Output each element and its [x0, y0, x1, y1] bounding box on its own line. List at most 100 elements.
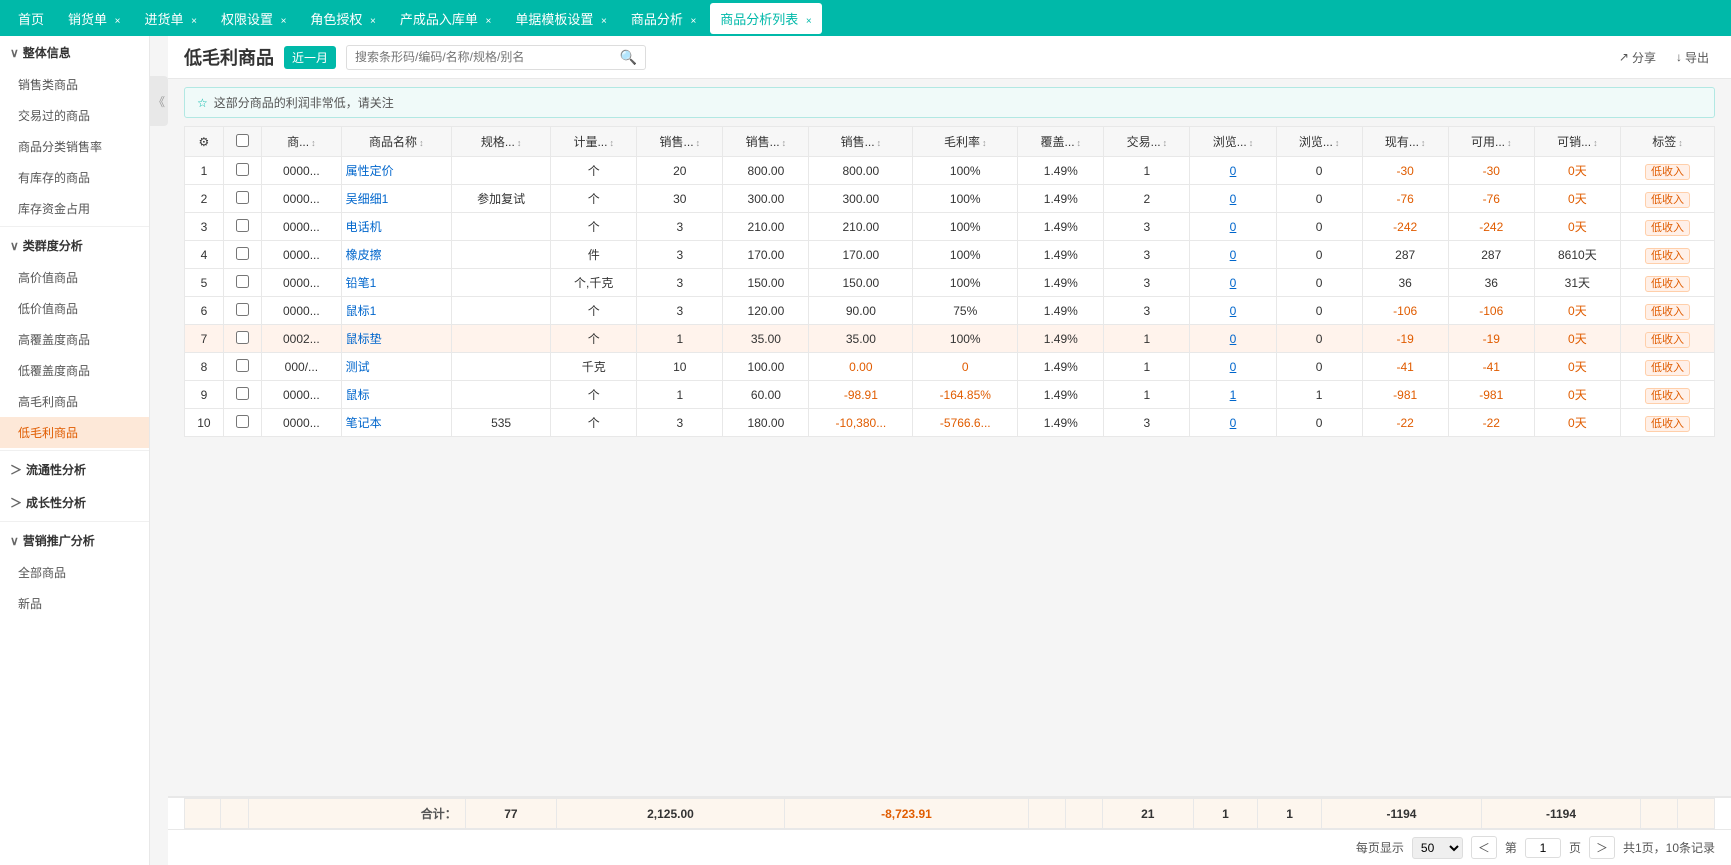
col-gross-margin-header[interactable]: 毛利率↕ [913, 127, 1018, 157]
nav-close-product-entry[interactable]: × [486, 16, 492, 27]
cell-name-1[interactable]: 吴细细1 [341, 185, 451, 213]
nav-sales-order[interactable]: 销货单 × [58, 3, 130, 34]
col-available-header[interactable]: 可用...↕ [1448, 127, 1534, 157]
prev-page-button[interactable]: ＜ [1471, 836, 1497, 859]
cell-view1-2[interactable]: 0 [1190, 213, 1276, 241]
cell-view1-9[interactable]: 0 [1190, 409, 1276, 437]
table-wrapper[interactable]: ⚙ 商...↕ 商品名称↕ 规格...↕ 计量...↕ 销售...↕ 销售...… [168, 126, 1731, 796]
row-checkbox-9[interactable] [236, 415, 249, 428]
row-checkbox-7[interactable] [236, 359, 249, 372]
search-input[interactable] [355, 50, 620, 64]
cell-name-5[interactable]: 鼠标1 [341, 297, 451, 325]
nav-close-purchase-order[interactable]: × [191, 16, 197, 27]
sidebar-item-category-sales-rate[interactable]: 商品分类销售率 [0, 131, 149, 162]
cell-name-2[interactable]: 电话机 [341, 213, 451, 241]
share-button[interactable]: ↗ 分享 [1613, 46, 1662, 69]
sidebar-group-growth[interactable]: ＞ 成长性分析 [0, 486, 149, 519]
nav-close-sales-order[interactable]: × [115, 16, 121, 27]
nav-product-analysis[interactable]: 商品分析 × [621, 3, 706, 34]
cell-view1-5[interactable]: 0 [1190, 297, 1276, 325]
nav-permission[interactable]: 权限设置 × [211, 3, 296, 34]
cell-name-3[interactable]: 橡皮擦 [341, 241, 451, 269]
col-sale-amount-header[interactable]: 销售...↕ [723, 127, 809, 157]
sidebar-item-high-margin[interactable]: 高毛利商品 [0, 386, 149, 417]
search-icon[interactable]: 🔍 [620, 49, 637, 66]
nav-product-analysis-list[interactable]: 商品分析列表 × [710, 3, 821, 34]
cell-name-8[interactable]: 鼠标 [341, 381, 451, 409]
row-checkbox-2[interactable] [236, 219, 249, 232]
cell-checkbox-1[interactable] [223, 185, 261, 213]
row-checkbox-3[interactable] [236, 247, 249, 260]
cell-name-7[interactable]: 测试 [341, 353, 451, 381]
sidebar-item-low-value[interactable]: 低价值商品 [0, 293, 149, 324]
row-checkbox-1[interactable] [236, 191, 249, 204]
sidebar-item-sales-products[interactable]: 销售类商品 [0, 69, 149, 100]
cell-view1-4[interactable]: 0 [1190, 269, 1276, 297]
sidebar-group-marketing[interactable]: ∨ 营销推广分析 [0, 524, 149, 557]
sidebar-item-low-margin[interactable]: 低毛利商品 [0, 417, 149, 448]
cell-view1-6[interactable]: 0 [1190, 325, 1276, 353]
col-name-header[interactable]: 商品名称↕ [341, 127, 451, 157]
col-transaction-header[interactable]: 交易...↕ [1104, 127, 1190, 157]
sidebar-item-high-value[interactable]: 高价值商品 [0, 262, 149, 293]
nav-close-template[interactable]: × [601, 16, 607, 27]
cell-view1-0[interactable]: 0 [1190, 157, 1276, 185]
col-spec-header[interactable]: 规格...↕ [452, 127, 551, 157]
col-view1-header[interactable]: 浏览...↕ [1190, 127, 1276, 157]
cell-checkbox-7[interactable] [223, 353, 261, 381]
sidebar-group-flow[interactable]: ＞ 流通性分析 [0, 453, 149, 486]
col-settings[interactable]: ⚙ [185, 127, 224, 157]
nav-close-product-analysis[interactable]: × [690, 16, 696, 27]
row-checkbox-5[interactable] [236, 303, 249, 316]
nav-product-entry[interactable]: 产成品入库单 × [390, 3, 501, 34]
cell-view1-8[interactable]: 1 [1190, 381, 1276, 409]
per-page-select[interactable]: 50 100 200 [1412, 837, 1463, 859]
row-checkbox-6[interactable] [236, 331, 249, 344]
col-coverage-header[interactable]: 覆盖...↕ [1018, 127, 1104, 157]
col-unit-header[interactable]: 计量...↕ [551, 127, 637, 157]
col-view2-header[interactable]: 浏览...↕ [1276, 127, 1362, 157]
cell-checkbox-2[interactable] [223, 213, 261, 241]
sidebar-collapse-button[interactable]: 《 [150, 76, 168, 126]
row-checkbox-4[interactable] [236, 275, 249, 288]
filter-period-button[interactable]: 近一月 [284, 46, 336, 69]
nav-purchase-order[interactable]: 进货单 × [134, 3, 206, 34]
cell-view1-7[interactable]: 0 [1190, 353, 1276, 381]
col-sale-count-header[interactable]: 销售...↕ [637, 127, 723, 157]
cell-checkbox-4[interactable] [223, 269, 261, 297]
select-all-checkbox[interactable] [236, 134, 249, 147]
sidebar-group-overall[interactable]: ∨ 整体信息 [0, 36, 149, 69]
cell-name-9[interactable]: 笔记本 [341, 409, 451, 437]
cell-view1-1[interactable]: 0 [1190, 185, 1276, 213]
cell-checkbox-0[interactable] [223, 157, 261, 185]
sidebar-item-new-products[interactable]: 新品 [0, 588, 149, 619]
cell-name-4[interactable]: 铅笔1 [341, 269, 451, 297]
row-checkbox-8[interactable] [236, 387, 249, 400]
col-checkbox-header[interactable] [223, 127, 261, 157]
sidebar-item-inventory-capital[interactable]: 库存资金占用 [0, 193, 149, 224]
nav-role-auth[interactable]: 角色授权 × [300, 3, 385, 34]
nav-close-role-auth[interactable]: × [370, 16, 376, 27]
cell-name-0[interactable]: 属性定价 [341, 157, 451, 185]
col-current-stock-header[interactable]: 现有...↕ [1362, 127, 1448, 157]
cell-checkbox-9[interactable] [223, 409, 261, 437]
nav-close-product-analysis-list[interactable]: × [806, 16, 812, 27]
sidebar-item-traded-products[interactable]: 交易过的商品 [0, 100, 149, 131]
export-button[interactable]: ↓ 导出 [1670, 46, 1715, 69]
col-code-header[interactable]: 商...↕ [262, 127, 341, 157]
col-tag-header[interactable]: 标签↕ [1620, 127, 1714, 157]
page-number-input[interactable] [1525, 838, 1561, 858]
cell-name-6[interactable]: 鼠标垫 [341, 325, 451, 353]
nav-home[interactable]: 首页 [8, 3, 54, 34]
col-saleable-header[interactable]: 可销...↕ [1534, 127, 1620, 157]
nav-template-settings[interactable]: 单据模板设置 × [505, 3, 616, 34]
row-checkbox-0[interactable] [236, 163, 249, 176]
sidebar-item-high-coverage[interactable]: 高覆盖度商品 [0, 324, 149, 355]
cell-checkbox-3[interactable] [223, 241, 261, 269]
sidebar-item-all-products[interactable]: 全部商品 [0, 557, 149, 588]
cell-checkbox-5[interactable] [223, 297, 261, 325]
cell-checkbox-6[interactable] [223, 325, 261, 353]
sidebar-group-cluster[interactable]: ∨ 类群度分析 [0, 229, 149, 262]
next-page-button[interactable]: ＞ [1589, 836, 1615, 859]
cell-view1-3[interactable]: 0 [1190, 241, 1276, 269]
